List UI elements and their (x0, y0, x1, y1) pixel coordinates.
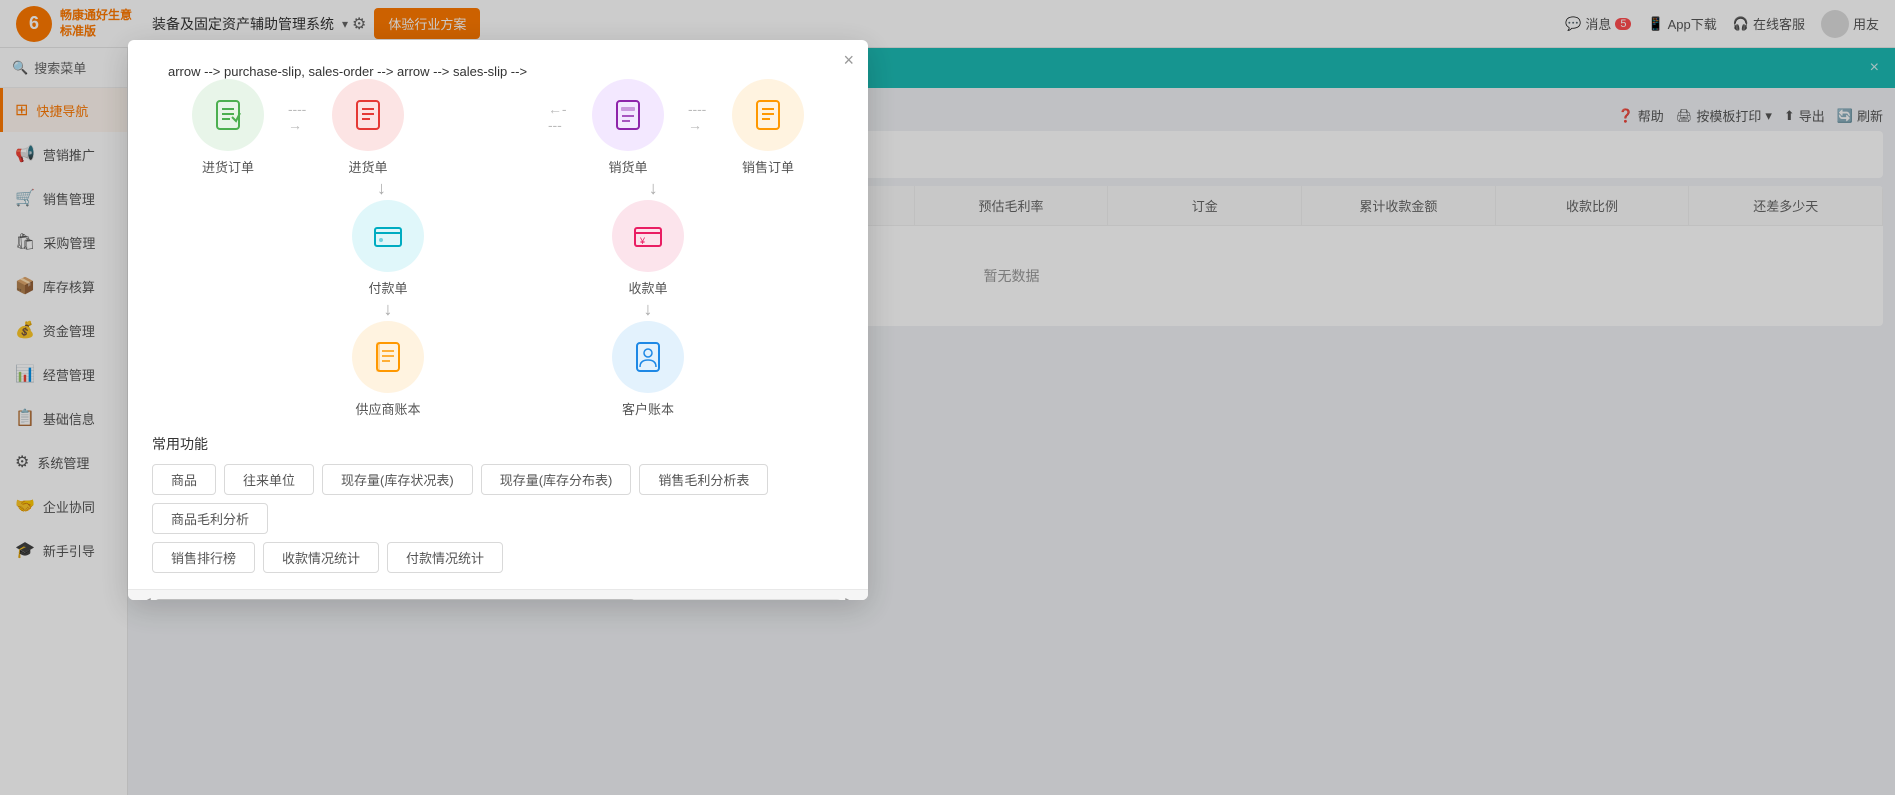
arrow-h-3: - - - - → (688, 101, 708, 133)
flow-node-customer-ledger[interactable]: 客户账本 (588, 321, 708, 418)
svg-text:¥: ¥ (639, 236, 646, 246)
func-btn-sales-rank[interactable]: 销售排行榜 (152, 542, 255, 573)
modal-close-btn[interactable]: × (843, 50, 854, 71)
flow-row-2: 付款单 ¥ 收款单 (168, 200, 828, 297)
flow-node-purchase-slip[interactable]: 进货单 (308, 79, 428, 176)
purchase-slip-circle (332, 79, 404, 151)
scroll-left-btn[interactable]: ◀ (136, 594, 155, 600)
flow-node-sales-slip[interactable]: 销货单 (568, 79, 688, 176)
func-btn-product[interactable]: 商品 (152, 464, 216, 495)
func-btn-payment-stats[interactable]: 付款情况统计 (387, 542, 503, 573)
scroll-thumb[interactable] (155, 599, 636, 601)
func-buttons-row-2: 销售排行榜 收款情况统计 付款情况统计 (152, 542, 844, 573)
modal-overlay: × arrow --> purchase-slip, sales-order -… (0, 0, 1895, 795)
flow-row-3: 供应商账本 客户账本 (168, 321, 828, 418)
flow-node-sales-order[interactable]: 销售订单 (708, 79, 828, 176)
arrow-down-2: ↓ (595, 176, 711, 200)
scroll-track (155, 599, 841, 601)
sales-order-circle (732, 79, 804, 151)
func-btn-sales-gross[interactable]: 销售毛利分析表 (639, 464, 768, 495)
flow-node-payment-slip[interactable]: 付款单 (328, 200, 448, 297)
common-functions-section: 常用功能 商品 往来单位 现存量(库存状况表) 现存量(库存分布表) 销售毛利分… (128, 426, 868, 589)
arrow-down-4: ↓ (588, 297, 708, 321)
flow-node-supplier-ledger[interactable]: 供应商账本 (328, 321, 448, 418)
func-btn-stock-dist[interactable]: 现存量(库存分布表) (481, 464, 632, 495)
arrow-down-1: ↓ (323, 176, 439, 200)
flow-row-1: 进货订单 - - - - → 进货单 ← - - - - (168, 79, 828, 176)
modal-scrollbar: ◀ ▶ (128, 589, 868, 600)
arrow-h-2: ← - - - - (548, 101, 568, 133)
receipt-slip-circle: ¥ (612, 200, 684, 272)
customer-ledger-circle (612, 321, 684, 393)
func-btn-receipt-stats[interactable]: 收款情况统计 (263, 542, 379, 573)
flow-diagram: arrow --> purchase-slip, sales-order -->… (128, 40, 868, 426)
func-btn-stock-status[interactable]: 现存量(库存状况表) (322, 464, 473, 495)
flow-modal: × arrow --> purchase-slip, sales-order -… (128, 40, 868, 600)
payment-slip-circle (352, 200, 424, 272)
scroll-right-btn[interactable]: ▶ (841, 594, 860, 600)
flow-row-arrows: ↓ ↓ (168, 176, 828, 200)
func-btn-product-gross[interactable]: 商品毛利分析 (152, 503, 268, 534)
arrow-down-3: ↓ (328, 297, 448, 321)
func-buttons-row: 商品 往来单位 现存量(库存状况表) 现存量(库存分布表) 销售毛利分析表 商品… (152, 464, 844, 534)
purchase-order-circle (192, 79, 264, 151)
flow-node-receipt-slip[interactable]: ¥ 收款单 (588, 200, 708, 297)
supplier-ledger-circle (352, 321, 424, 393)
arrow-h-1: - - - - → (288, 101, 308, 133)
flow-node-purchase-order[interactable]: 进货订单 (168, 79, 288, 176)
func-btn-partner[interactable]: 往来单位 (224, 464, 314, 495)
sales-slip-circle (592, 79, 664, 151)
common-func-title: 常用功能 (152, 434, 844, 454)
flow-row-arrows-2: ↓ ↓ (168, 297, 828, 321)
